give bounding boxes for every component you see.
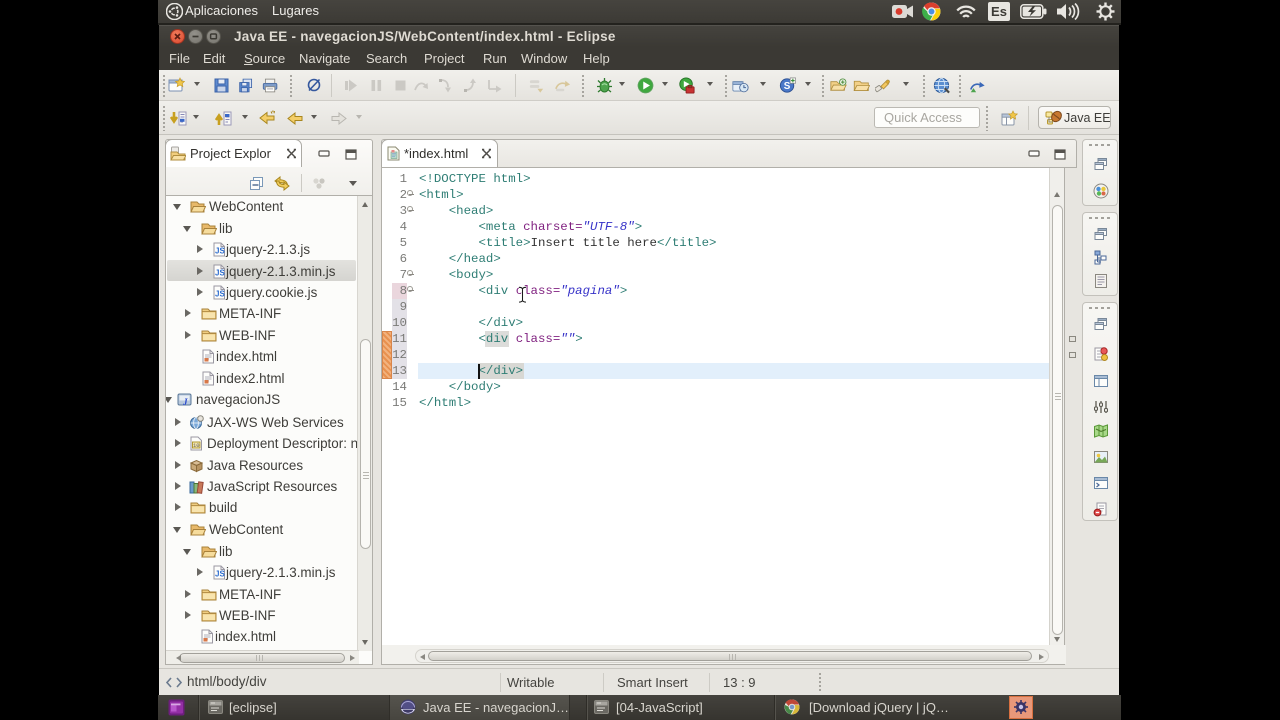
svg-text:S: S: [784, 81, 791, 92]
